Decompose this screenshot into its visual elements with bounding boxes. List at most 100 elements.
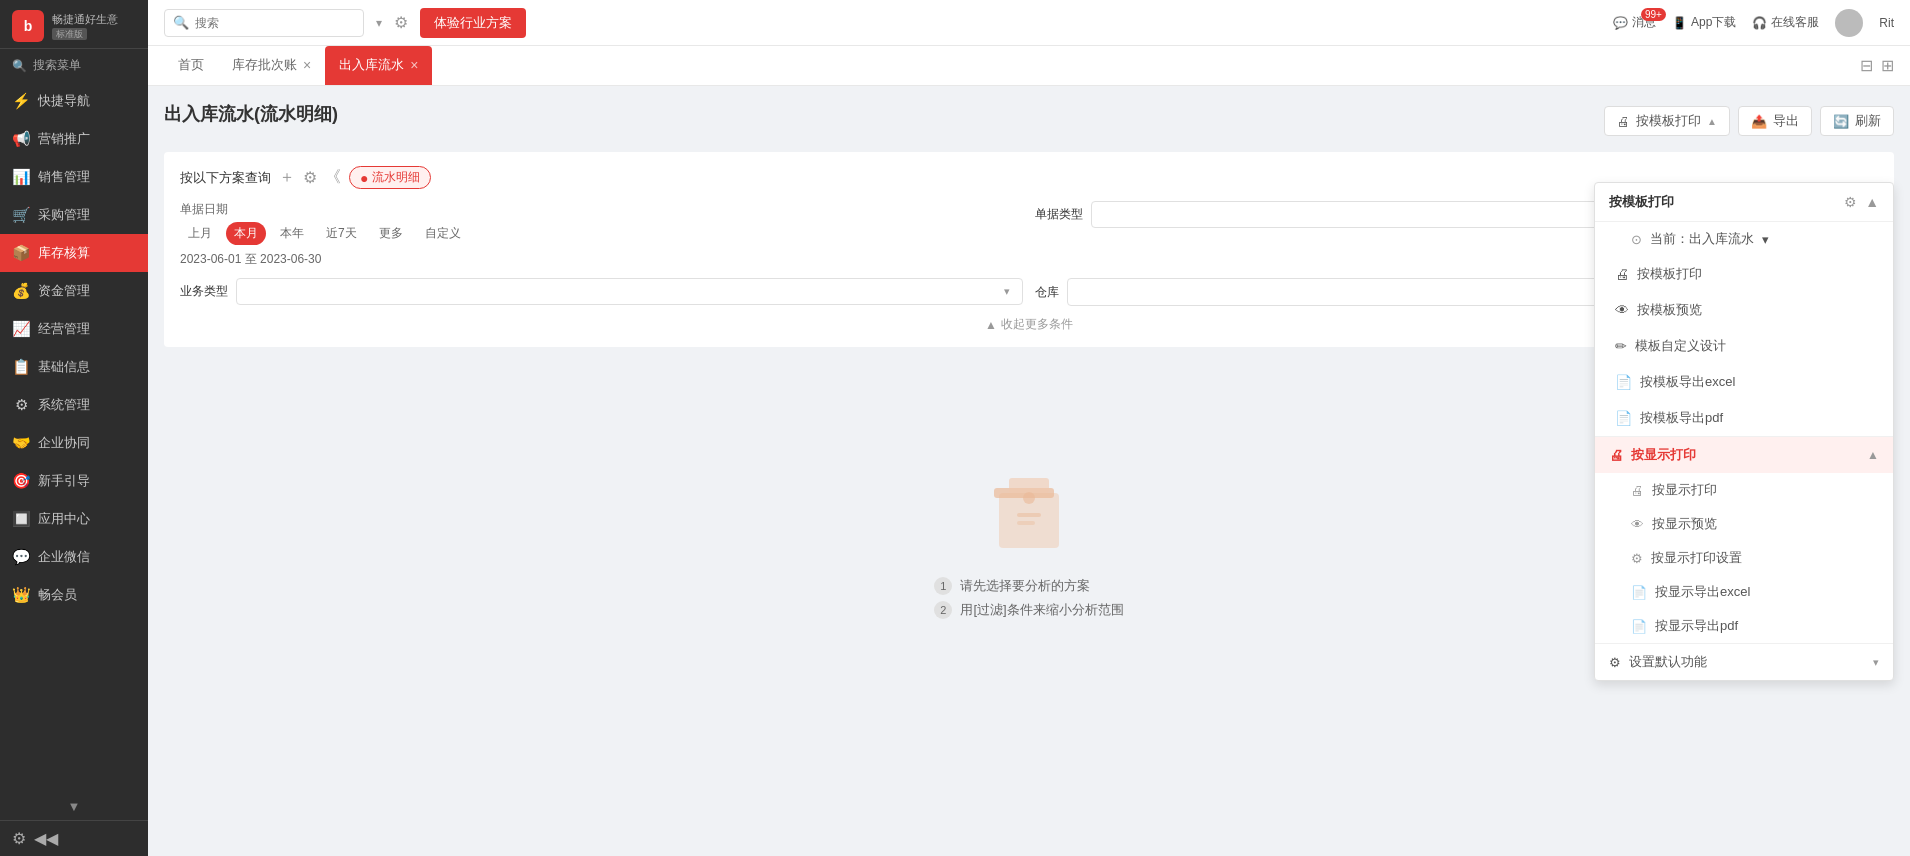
date-last7[interactable]: 近7天 <box>318 222 365 245</box>
service-button[interactable]: 🎧 在线客服 <box>1752 14 1819 31</box>
finance-icon: 💰 <box>12 282 30 300</box>
basic-icon: 📋 <box>12 358 30 376</box>
display-print-settings-item[interactable]: ⚙ 按显示打印设置 <box>1595 541 1893 575</box>
sidebar-item-purchase[interactable]: 🛒 采购管理 <box>0 196 148 234</box>
refresh-icon: 🔄 <box>1833 114 1849 129</box>
print-icon: 🖨 <box>1617 114 1630 129</box>
toolbar-right: 🖨 按模板打印 ▲ 📤 导出 🔄 刷新 <box>1604 106 1894 136</box>
sidebar-search[interactable]: 🔍 搜索菜单 <box>0 49 148 82</box>
solution-button[interactable]: 体验行业方案 <box>420 8 526 38</box>
sidebar-item-guide[interactable]: 🎯 新手引导 <box>0 462 148 500</box>
biz-type-chevron: ▾ <box>1004 285 1010 298</box>
svg-point-5 <box>1023 492 1035 504</box>
sidebar-item-inventory[interactable]: 📦 库存核算 <box>0 234 148 272</box>
display-export-excel-item[interactable]: 📄 按显示导出excel <box>1595 575 1893 609</box>
template-export-pdf-item[interactable]: 📄 按模板导出pdf <box>1595 400 1893 436</box>
sidebar-item-operation[interactable]: 📈 经营管理 <box>0 310 148 348</box>
quick-nav-icon: ⚡ <box>12 92 30 110</box>
sidebar-item-appstore[interactable]: 🔲 应用中心 <box>0 500 148 538</box>
sidebar: b 畅捷通好生意 标准版 🔍 搜索菜单 ⚡ 快捷导航 📢 营销推广 📊 销售管理 <box>0 0 148 856</box>
template-custom-item[interactable]: ✏ 模板自定义设计 <box>1595 328 1893 364</box>
filter-group-date: 单据日期 上月 本月 本年 近7天 更多 自定义 2023-06-01 至 20… <box>180 201 1023 268</box>
message-button[interactable]: 💬 消息 99+ <box>1613 14 1656 31</box>
dropdown-chevron-up[interactable]: ▲ <box>1865 194 1879 210</box>
dropdown-footer[interactable]: ⚙ 设置默认功能 ▾ <box>1595 643 1893 680</box>
tab-window-controls: ⊟ ⊞ <box>1860 56 1894 75</box>
filter-collapse-icon[interactable]: 《 <box>325 167 341 188</box>
tab-flow-close[interactable]: × <box>410 57 418 73</box>
phone-icon: 📱 <box>1672 16 1687 30</box>
template-print-section: 🖨 按模板打印 👁 按模板预览 ✏ 模板自定义设计 📄 按模板导出excel <box>1595 256 1893 436</box>
collapse-icon[interactable]: ◀◀ <box>34 829 58 848</box>
collapse-button[interactable]: ▲ 收起更多条件 <box>985 316 1073 333</box>
display-printer-icon: 🖨 <box>1631 483 1644 498</box>
corp-icon: 🤝 <box>12 434 30 452</box>
warehouse-label: 仓库 <box>1035 284 1067 301</box>
app-container: b 畅捷通好生意 标准版 🔍 搜索菜单 ⚡ 快捷导航 📢 营销推广 📊 销售管理 <box>0 0 1910 856</box>
page-content: 出入库流水(流水明细) 🖨 按模板打印 ▲ 📤 导出 🔄 刷新 <box>148 86 1910 856</box>
topbar-search-box: 🔍 <box>164 9 364 37</box>
date-custom[interactable]: 自定义 <box>417 222 469 245</box>
date-last-month[interactable]: 上月 <box>180 222 220 245</box>
sidebar-item-marketing[interactable]: 📢 营销推广 <box>0 120 148 158</box>
footer-settings-icon: ⚙ <box>1609 655 1621 670</box>
filter-settings-icon[interactable]: ⚙ <box>303 168 317 187</box>
search-input[interactable] <box>195 16 315 30</box>
username-label[interactable]: Rit <box>1879 16 1894 30</box>
display-print-item[interactable]: 🖨 按显示打印 <box>1595 473 1893 507</box>
sidebar-item-finance[interactable]: 💰 资金管理 <box>0 272 148 310</box>
display-preview-item[interactable]: 👁 按显示预览 <box>1595 507 1893 541</box>
date-more[interactable]: 更多 <box>371 222 411 245</box>
sidebar-item-system[interactable]: ⚙ 系统管理 <box>0 386 148 424</box>
system-icon: ⚙ <box>12 396 30 414</box>
inventory-icon: 📦 <box>12 244 30 262</box>
refresh-button[interactable]: 🔄 刷新 <box>1820 106 1894 136</box>
template-export-excel-item[interactable]: 📄 按模板导出excel <box>1595 364 1893 400</box>
logo-icon: b <box>12 10 44 42</box>
date-options: 上月 本月 本年 近7天 更多 自定义 <box>180 222 1023 245</box>
maximize-icon[interactable]: ⊞ <box>1881 56 1894 75</box>
app-download-button[interactable]: 📱 App下载 <box>1672 14 1736 31</box>
sidebar-scroll-down[interactable]: ▼ <box>0 793 148 820</box>
date-label: 单据日期 <box>180 201 1023 218</box>
date-this-year[interactable]: 本年 <box>272 222 312 245</box>
dropdown-header-icons: ⚙ ▲ <box>1844 194 1879 210</box>
sidebar-item-quick-nav[interactable]: ⚡ 快捷导航 <box>0 82 148 120</box>
minimize-icon[interactable]: ⊟ <box>1860 56 1873 75</box>
display-print-section-header[interactable]: 🖨 按显示打印 ▲ <box>1595 436 1893 473</box>
sidebar-logo: b 畅捷通好生意 标准版 <box>0 0 148 49</box>
sidebar-item-member[interactable]: 👑 畅会员 <box>0 576 148 614</box>
export-button[interactable]: 📤 导出 <box>1738 106 1812 136</box>
dropdown-current-item: ⊙ 当前：出入库流水 ▾ <box>1595 222 1893 256</box>
template-print-item[interactable]: 🖨 按模板打印 <box>1595 256 1893 292</box>
display-section-arrow: ▲ <box>1867 448 1879 462</box>
wechat-icon: 💬 <box>12 548 30 566</box>
filter-add-icon[interactable]: ＋ <box>279 167 295 188</box>
biz-type-select[interactable]: ▾ <box>236 278 1023 305</box>
message-icon: 💬 <box>1613 16 1628 30</box>
sidebar-item-wechat[interactable]: 💬 企业微信 <box>0 538 148 576</box>
date-this-month[interactable]: 本月 <box>226 222 266 245</box>
svg-rect-2 <box>1009 478 1049 493</box>
operation-icon: 📈 <box>12 320 30 338</box>
user-avatar[interactable] <box>1835 9 1863 37</box>
print-button[interactable]: 🖨 按模板打印 ▲ <box>1604 106 1730 136</box>
tab-batch-close[interactable]: × <box>303 57 311 73</box>
dropdown-settings-icon[interactable]: ⚙ <box>1844 194 1857 210</box>
display-preview-icon: 👁 <box>1631 517 1644 532</box>
template-preview-item[interactable]: 👁 按模板预览 <box>1595 292 1893 328</box>
topbar-search-chevron[interactable]: ▾ <box>376 16 382 30</box>
sidebar-item-sales[interactable]: 📊 销售管理 <box>0 158 148 196</box>
settings-icon[interactable]: ⚙ <box>12 829 26 848</box>
pdf-icon-1: 📄 <box>1615 410 1632 426</box>
tab-batch[interactable]: 库存批次账 × <box>218 46 325 85</box>
printer-icon: 🖨 <box>1615 266 1629 282</box>
tab-flow[interactable]: 出入库流水 × <box>325 46 432 85</box>
tab-home[interactable]: 首页 <box>164 46 218 85</box>
svg-rect-3 <box>1017 513 1041 517</box>
sidebar-item-basic[interactable]: 📋 基础信息 <box>0 348 148 386</box>
topbar-gear-icon[interactable]: ⚙ <box>394 13 408 32</box>
topbar: 🔍 ▾ ⚙ 体验行业方案 💬 消息 99+ 📱 App下载 🎧 在 <box>148 0 1910 46</box>
display-export-pdf-item[interactable]: 📄 按显示导出pdf <box>1595 609 1893 643</box>
sidebar-item-corp[interactable]: 🤝 企业协同 <box>0 424 148 462</box>
